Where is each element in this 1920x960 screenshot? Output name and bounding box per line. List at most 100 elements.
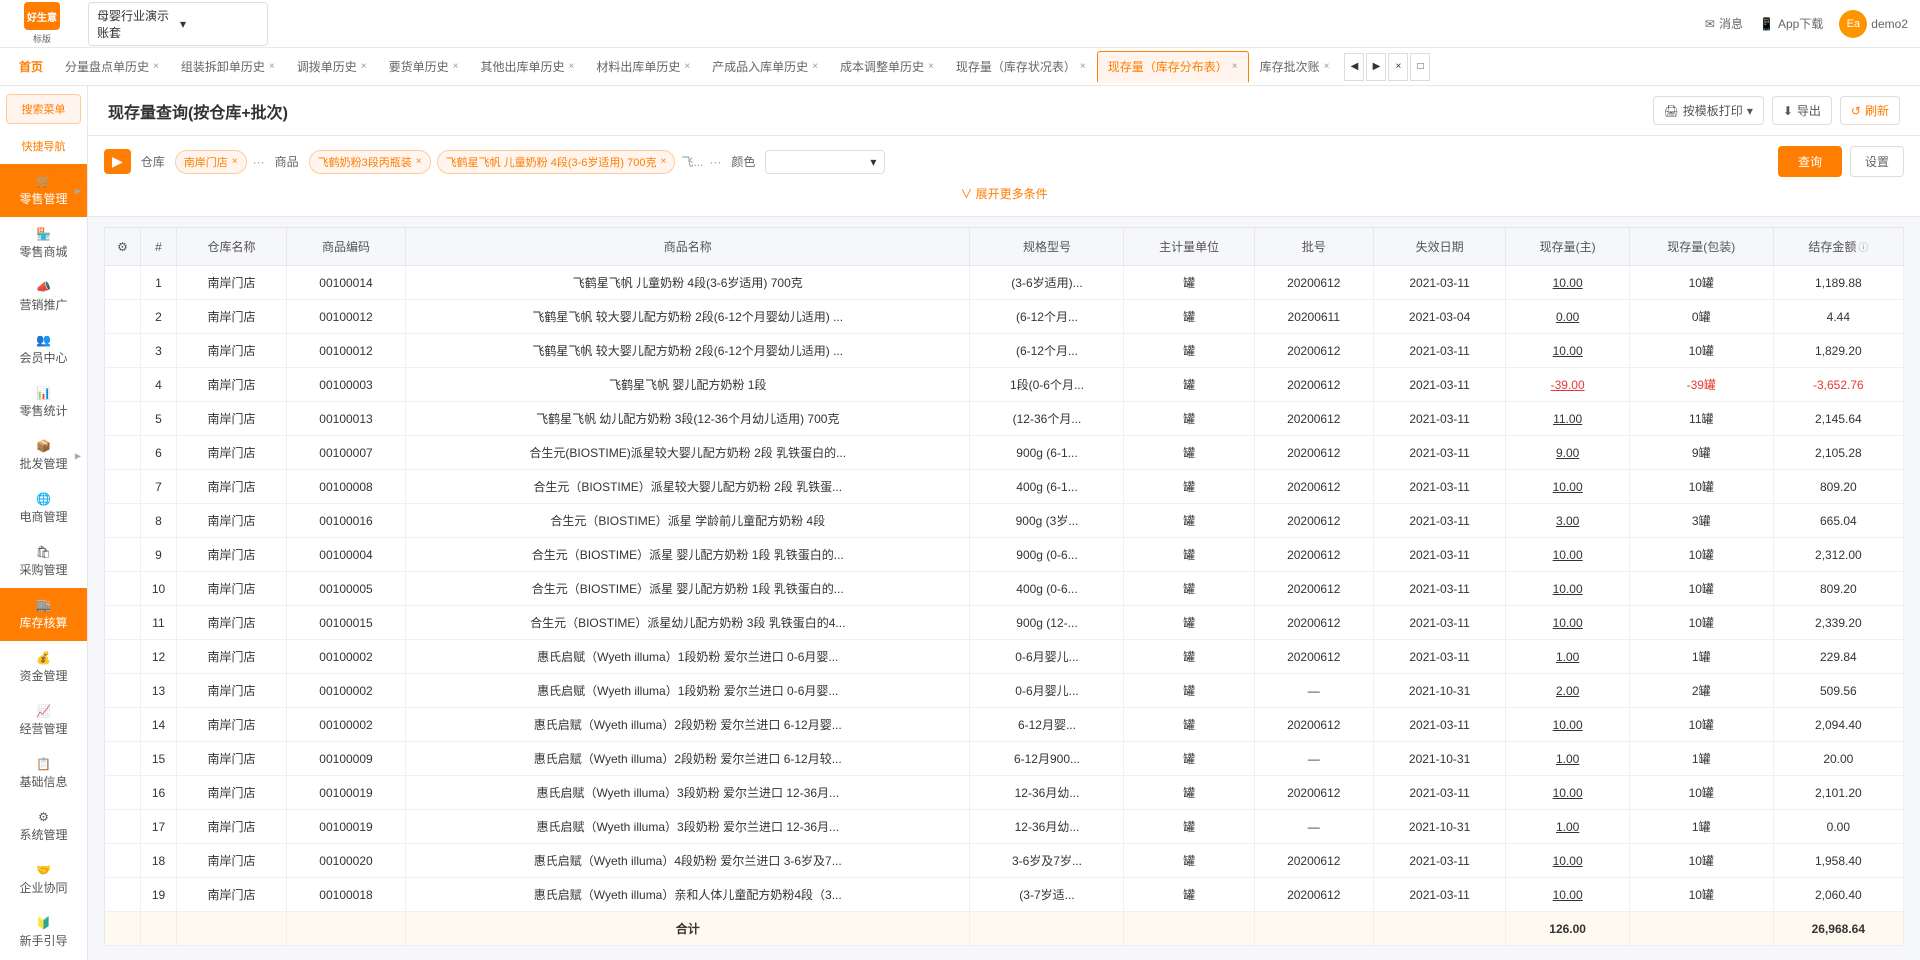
tab-pipi-close[interactable]: × — [1324, 61, 1330, 72]
tab-home[interactable]: 首页 — [8, 51, 54, 83]
cell-batch-10: 20200612 — [1254, 606, 1373, 640]
org-selector[interactable]: 母婴行业演示账套 ▾ — [88, 2, 268, 46]
sidebar-item-wholesale[interactable]: 📦 批发管理 — [0, 429, 87, 482]
cell-qty-main-10: 10.00 — [1506, 606, 1629, 640]
tab-xianzailiang1-close[interactable]: × — [1080, 61, 1086, 72]
tab-maximize[interactable]: □ — [1410, 53, 1430, 81]
tab-chengben-close[interactable]: × — [928, 61, 934, 72]
search-btn[interactable]: 查询 — [1778, 146, 1842, 177]
warehouse-filter-more[interactable]: ··· — [253, 155, 265, 169]
cell-amount-10: 2,339.20 — [1773, 606, 1903, 640]
search-menu-btn[interactable]: 搜索菜单 — [6, 94, 81, 124]
member-icon: 👥 — [36, 333, 51, 347]
tab-pipi[interactable]: 库存批次账 × — [1249, 51, 1341, 83]
product-tag-1[interactable]: 飞鹤奶粉3段丙瓶装 × — [309, 150, 431, 174]
sidebar-item-retail-shop-label: 零售商城 — [19, 243, 67, 260]
cell-expire-15: 2021-03-11 — [1373, 776, 1506, 810]
amount-hint-icon[interactable]: ⓘ — [1858, 243, 1868, 254]
sidebar-item-operations[interactable]: 📈 经营管理 — [0, 694, 87, 747]
refresh-btn[interactable]: ↺ 刷新 — [1840, 96, 1900, 125]
tab-diaobao[interactable]: 调拨单历史 × — [286, 51, 378, 83]
warehouse-tag-remove[interactable]: × — [232, 156, 238, 167]
tab-chanjin-close[interactable]: × — [812, 61, 818, 72]
cell-unit-7: 罐 — [1124, 504, 1254, 538]
cell-expire-0: 2021-03-11 — [1373, 266, 1506, 300]
tab-xianzailiang1[interactable]: 现存量（库存状况表） × — [945, 51, 1097, 83]
cell-code-15: 00100019 — [286, 776, 405, 810]
tab-chanjin[interactable]: 产成品入库单历史 × — [701, 51, 829, 83]
tab-yaohuo[interactable]: 要货单历史 × — [378, 51, 470, 83]
cell-warehouse-8: 南岸门店 — [177, 538, 287, 572]
product-tag-2[interactable]: 飞鹤星飞帆 儿童奶粉 4段(3-6岁适用) 700克 × — [437, 150, 676, 174]
sidebar-item-newguide[interactable]: 🔰 新手引导 — [0, 906, 87, 959]
cell-batch-0: 20200612 — [1254, 266, 1373, 300]
product-filter-more[interactable]: 飞... — [681, 153, 703, 170]
cell-qty-main-6: 10.00 — [1506, 470, 1629, 504]
sidebar-item-retail-mgmt[interactable]: 🛒 零售管理 — [0, 164, 87, 217]
table-row: 3 南岸门店 00100012 飞鹤星飞帆 较大婴儿配方奶粉 2段(6-12个月… — [105, 334, 1904, 368]
product-filter-more2[interactable]: ··· — [709, 155, 721, 169]
tab-zuchai[interactable]: 组装拆卸单历史 × — [170, 51, 286, 83]
color-dropdown-text — [774, 155, 777, 169]
cell-unit-16: 罐 — [1124, 810, 1254, 844]
tab-scroll-right[interactable]: ▶ — [1366, 53, 1386, 81]
gear-icon[interactable]: ⚙ — [117, 240, 128, 254]
sidebar-item-base[interactable]: 📋 基础信息 — [0, 747, 87, 800]
tab-xianzailiang2[interactable]: 现存量（库存分布表） × — [1097, 51, 1249, 83]
user-profile[interactable]: Ea demo2 — [1839, 10, 1908, 38]
product-tag-2-remove[interactable]: × — [661, 156, 667, 167]
sidebar-item-finance[interactable]: 💰 资金管理 — [0, 641, 87, 694]
cell-qty-pkg-0: 10罐 — [1629, 266, 1773, 300]
cell-qty-main-11: 1.00 — [1506, 640, 1629, 674]
tab-cailiao-close[interactable]: × — [684, 61, 690, 72]
tab-fenpan-close[interactable]: × — [153, 61, 159, 72]
tab-qtchuku[interactable]: 其他出库单历史 × — [469, 51, 585, 83]
cell-qty-pkg-13: 10罐 — [1629, 708, 1773, 742]
sidebar-item-marketing[interactable]: 📣 营销推广 — [0, 270, 87, 323]
cell-spec-1: (6-12个月... — [970, 300, 1124, 334]
corp-icon: 🤝 — [36, 863, 51, 877]
table-row: 10 南岸门店 00100005 合生元（BIOSTIME）派星 婴儿配方奶粉 … — [105, 572, 1904, 606]
tab-scroll-left[interactable]: ◀ — [1344, 53, 1364, 81]
cell-qty-main-16: 1.00 — [1506, 810, 1629, 844]
tab-fenpan[interactable]: 分量盘点单历史 × — [54, 51, 170, 83]
warehouse-tags: 南岸门店 × ··· — [175, 150, 265, 174]
tab-close-all[interactable]: × — [1388, 53, 1408, 81]
tab-zuchai-close[interactable]: × — [269, 61, 275, 72]
sidebar-item-retail-shop[interactable]: 🏪 零售商城 — [0, 217, 87, 270]
cell-amount-17: 1,958.40 — [1773, 844, 1903, 878]
warehouse-tag-nanao[interactable]: 南岸门店 × — [175, 150, 247, 174]
cell-name-5: 合生元(BIOSTIME)派星较大婴儿配方奶粉 2段 乳铁蛋白的... — [406, 436, 970, 470]
cell-qty-main-18: 10.00 — [1506, 878, 1629, 912]
settings-btn[interactable]: 设置 — [1850, 146, 1904, 177]
sidebar-item-system[interactable]: ⚙ 系统管理 — [0, 800, 87, 853]
sidebar-item-retail-stats[interactable]: 📊 零售统计 — [0, 376, 87, 429]
cell-spec-8: 900g (0-6... — [970, 538, 1124, 572]
tab-qtchuku-close[interactable]: × — [568, 61, 574, 72]
sidebar-item-purchase[interactable]: 🛍 采购管理 — [0, 535, 87, 588]
sidebar-item-inventory[interactable]: 🏬 库存核算 — [0, 588, 87, 641]
tab-chengben[interactable]: 成本调整单历史 × — [829, 51, 945, 83]
filter-expand-arrow[interactable]: ▶ — [104, 149, 131, 174]
expand-more-conditions[interactable]: ∨ 展开更多条件 — [104, 181, 1904, 206]
export-btn[interactable]: ⬇ 导出 — [1772, 96, 1832, 125]
tab-yaohuo-close[interactable]: × — [453, 61, 459, 72]
total-num — [141, 912, 177, 946]
template-print-btn[interactable]: 🖨 按模板打印 ▾ — [1653, 96, 1764, 125]
retail-shop-icon: 🏪 — [36, 227, 51, 241]
color-dropdown[interactable]: ▾ — [765, 150, 885, 174]
tab-diaobao-close[interactable]: × — [361, 61, 367, 72]
tab-xianzailiang2-close[interactable]: × — [1232, 61, 1238, 72]
message-btn[interactable]: ✉ 消息 — [1705, 15, 1743, 32]
cell-name-9: 合生元（BIOSTIME）派星 婴儿配方奶粉 1段 乳铁蛋白的... — [406, 572, 970, 606]
quick-nav-btn[interactable]: 快捷导航 — [0, 132, 87, 160]
sidebar-item-member[interactable]: 👥 会员中心 — [0, 323, 87, 376]
tab-cailiao[interactable]: 材料出库单历史 × — [585, 51, 701, 83]
cell-num-1: 2 — [141, 300, 177, 334]
app-download-btn[interactable]: 📱 App下载 — [1759, 15, 1823, 32]
cell-num-8: 9 — [141, 538, 177, 572]
product-tag-1-remove[interactable]: × — [416, 156, 422, 167]
cell-spec-10: 900g (12-... — [970, 606, 1124, 640]
sidebar-item-ecommerce[interactable]: 🌐 电商管理 — [0, 482, 87, 535]
sidebar-item-corp[interactable]: 🤝 企业协同 — [0, 853, 87, 906]
